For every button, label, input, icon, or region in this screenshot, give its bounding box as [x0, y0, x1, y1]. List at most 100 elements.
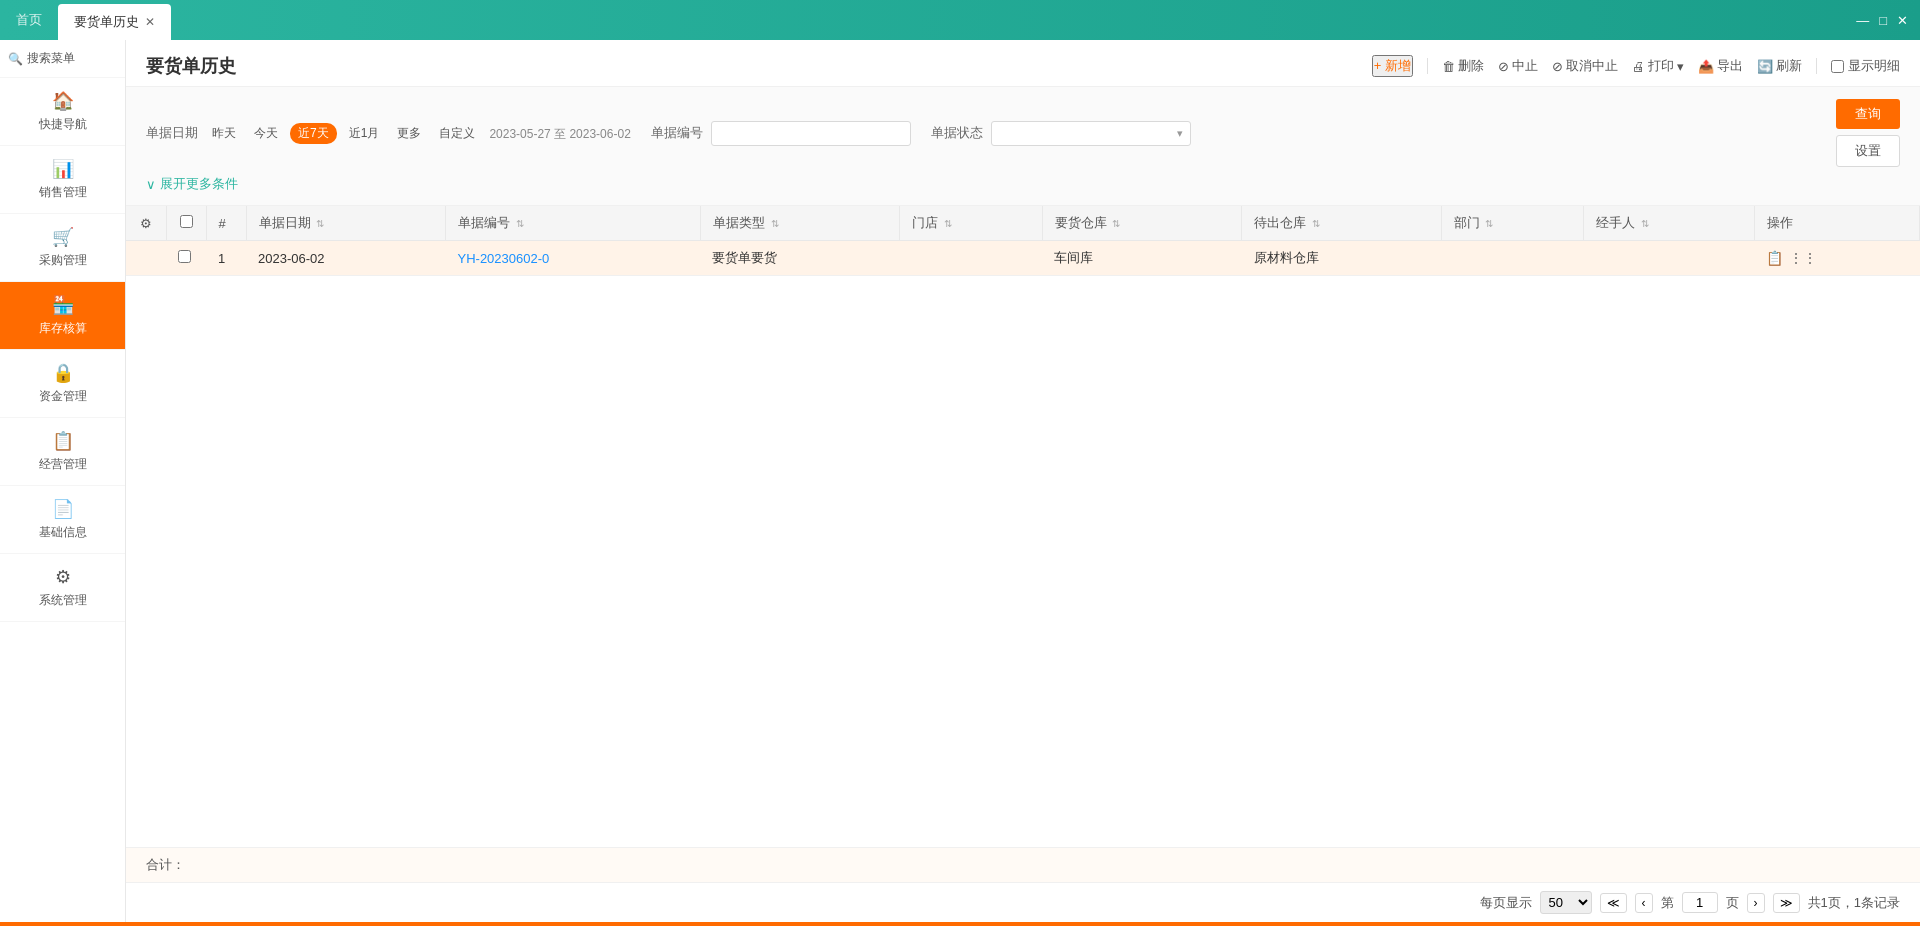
sidebar-label-system: 系统管理	[39, 592, 87, 609]
stop-icon: ⊘	[1498, 59, 1509, 74]
page-size-select[interactable]: 50 100 200	[1540, 891, 1592, 914]
date-btn-today[interactable]: 今天	[248, 123, 284, 144]
delete-label: 删除	[1458, 57, 1484, 75]
th-dept[interactable]: 部门 ⇅	[1441, 206, 1583, 241]
edit-icon[interactable]: 📋	[1766, 250, 1783, 266]
sidebar-label-quick-nav: 快捷导航	[39, 116, 87, 133]
query-button[interactable]: 查询	[1836, 99, 1900, 129]
td-doc-num[interactable]: YH-20230602-0	[446, 241, 701, 276]
tab-home-label: 首页	[16, 11, 42, 29]
table-area: ⚙ # 单据日期 ⇅ 单据编号 ⇅	[126, 206, 1920, 847]
sort-pending-icon: ⇅	[1312, 218, 1320, 229]
cancel-stop-button[interactable]: ⊘ 取消中止	[1552, 57, 1618, 75]
print-button[interactable]: 🖨 打印 ▾	[1632, 57, 1684, 75]
sidebar-item-sales[interactable]: 📊 销售管理	[0, 146, 125, 214]
sidebar-search[interactable]: 🔍 搜索菜单	[0, 40, 125, 78]
settings-icon[interactable]: ⚙	[140, 216, 152, 231]
delete-button[interactable]: 🗑 删除	[1442, 57, 1484, 75]
sort-doctype-icon: ⇅	[771, 218, 779, 229]
sidebar-label-finance: 资金管理	[39, 388, 87, 405]
th-doc-num[interactable]: 单据编号 ⇅	[446, 206, 701, 241]
export-button[interactable]: 📤 导出	[1698, 57, 1743, 75]
total-info: 共1页，1条记录	[1808, 894, 1900, 912]
purchase-icon: 🛒	[52, 226, 74, 248]
refresh-icon: 🔄	[1757, 59, 1773, 74]
basic-info-icon: 📄	[52, 498, 74, 520]
td-doc-type: 要货单要货	[700, 241, 900, 276]
td-pending-warehouse: 原材料仓库	[1242, 241, 1442, 276]
th-warehouse[interactable]: 要货仓库 ⇅	[1042, 206, 1242, 241]
sidebar-item-finance[interactable]: 🔒 资金管理	[0, 350, 125, 418]
th-date[interactable]: 单据日期 ⇅	[246, 206, 446, 241]
th-checkbox	[166, 206, 206, 241]
date-btn-7days[interactable]: 近7天	[290, 123, 337, 144]
sidebar-item-system[interactable]: ⚙ 系统管理	[0, 554, 125, 622]
td-store	[900, 241, 1042, 276]
sidebar-item-inventory[interactable]: 🏪 库存核算	[0, 282, 125, 350]
more-icon[interactable]: ⋮⋮	[1789, 250, 1817, 266]
setting-button[interactable]: 设置	[1836, 135, 1900, 167]
status-filter-group: 单据状态	[931, 121, 1191, 146]
th-pending-warehouse[interactable]: 待出仓库 ⇅	[1242, 206, 1442, 241]
date-btn-1month[interactable]: 近1月	[343, 123, 386, 144]
action-icons: 📋 ⋮⋮	[1766, 250, 1907, 266]
page-next-btn[interactable]: ›	[1747, 893, 1765, 913]
th-warehouse-label: 要货仓库	[1055, 215, 1107, 230]
page-prev-btn[interactable]: ‹	[1635, 893, 1653, 913]
select-all-checkbox[interactable]	[180, 215, 193, 228]
print-label: 打印	[1648, 57, 1674, 75]
tab-order-history[interactable]: 要货单历史 ✕	[58, 4, 171, 40]
filter-row: 单据日期 昨天 今天 近7天 近1月 更多 自定义 2023-05-27 至 2…	[146, 99, 1900, 167]
show-detail-toggle[interactable]: 显示明细	[1831, 57, 1900, 75]
th-doc-type[interactable]: 单据类型 ⇅	[700, 206, 900, 241]
table-header-row: ⚙ # 单据日期 ⇅ 单据编号 ⇅	[126, 206, 1920, 241]
show-detail-checkbox[interactable]	[1831, 60, 1844, 73]
refresh-label: 刷新	[1776, 57, 1802, 75]
page-input-label: 第	[1661, 894, 1674, 912]
sidebar: 🔍 搜索菜单 🏠 快捷导航 📊 销售管理 🛒 采购管理 🏪 库存核算 🔒 资金管…	[0, 40, 126, 922]
sidebar-item-quick-nav[interactable]: 🏠 快捷导航	[0, 78, 125, 146]
stop-button[interactable]: ⊘ 中止	[1498, 57, 1538, 75]
page-last-btn[interactable]: ≫	[1773, 893, 1800, 913]
page-first-btn[interactable]: ≪	[1600, 893, 1627, 913]
main-layout: 🔍 搜索菜单 🏠 快捷导航 📊 销售管理 🛒 采购管理 🏪 库存核算 🔒 资金管…	[0, 40, 1920, 922]
date-btn-custom[interactable]: 自定义	[433, 123, 481, 144]
date-btn-more[interactable]: 更多	[391, 123, 427, 144]
status-label: 单据状态	[931, 124, 983, 142]
maximize-icon[interactable]: □	[1879, 13, 1887, 28]
td-warehouse: 车间库	[1042, 241, 1242, 276]
new-button[interactable]: + 新增	[1372, 55, 1413, 77]
refresh-button[interactable]: 🔄 刷新	[1757, 57, 1802, 75]
close-icon[interactable]: ✕	[1897, 13, 1908, 28]
sidebar-item-basic-info[interactable]: 📄 基础信息	[0, 486, 125, 554]
tab-close-icon[interactable]: ✕	[145, 15, 155, 29]
th-store[interactable]: 门店 ⇅	[900, 206, 1042, 241]
doc-num-link[interactable]: YH-20230602-0	[458, 251, 550, 266]
sort-store-icon: ⇅	[944, 218, 952, 229]
doc-num-input[interactable]	[711, 121, 911, 146]
filter-actions: 查询 设置	[1836, 99, 1900, 167]
table-row[interactable]: 1 2023-06-02 YH-20230602-0 要货单要货 车间库 原材料…	[126, 241, 1920, 276]
date-filter: 昨天 今天 近7天 近1月 更多 自定义	[206, 123, 481, 144]
pagination-bar: 每页显示 50 100 200 ≪ ‹ 第 页 › ≫ 共1页，1条记录	[126, 882, 1920, 922]
operations-icon: 📋	[52, 430, 74, 452]
search-icon: 🔍	[8, 52, 23, 66]
expand-more[interactable]: ∨ 展开更多条件	[146, 175, 1900, 193]
top-bar: 首页 要货单历史 ✕ — □ ✕	[0, 0, 1920, 40]
doc-num-filter-group: 单据编号	[651, 121, 911, 146]
tab-home[interactable]: 首页	[0, 0, 58, 40]
sidebar-item-operations[interactable]: 📋 经营管理	[0, 418, 125, 486]
summary-label: 合计：	[146, 856, 185, 874]
row-checkbox[interactable]	[178, 250, 191, 263]
minimize-icon[interactable]: —	[1856, 13, 1869, 28]
sidebar-item-purchase[interactable]: 🛒 采购管理	[0, 214, 125, 282]
status-select-wrapper	[991, 121, 1191, 146]
th-handler[interactable]: 经手人 ⇅	[1583, 206, 1754, 241]
th-num: #	[206, 206, 246, 241]
date-btn-yesterday[interactable]: 昨天	[206, 123, 242, 144]
status-select[interactable]	[991, 121, 1191, 146]
sort-handler-icon: ⇅	[1641, 218, 1649, 229]
page-num-input[interactable]	[1682, 892, 1718, 913]
sidebar-label-operations: 经营管理	[39, 456, 87, 473]
toolbar: + 新增 🗑 删除 ⊘ 中止 ⊘ 取消中止 🖨 打印 ▾	[1372, 55, 1900, 77]
